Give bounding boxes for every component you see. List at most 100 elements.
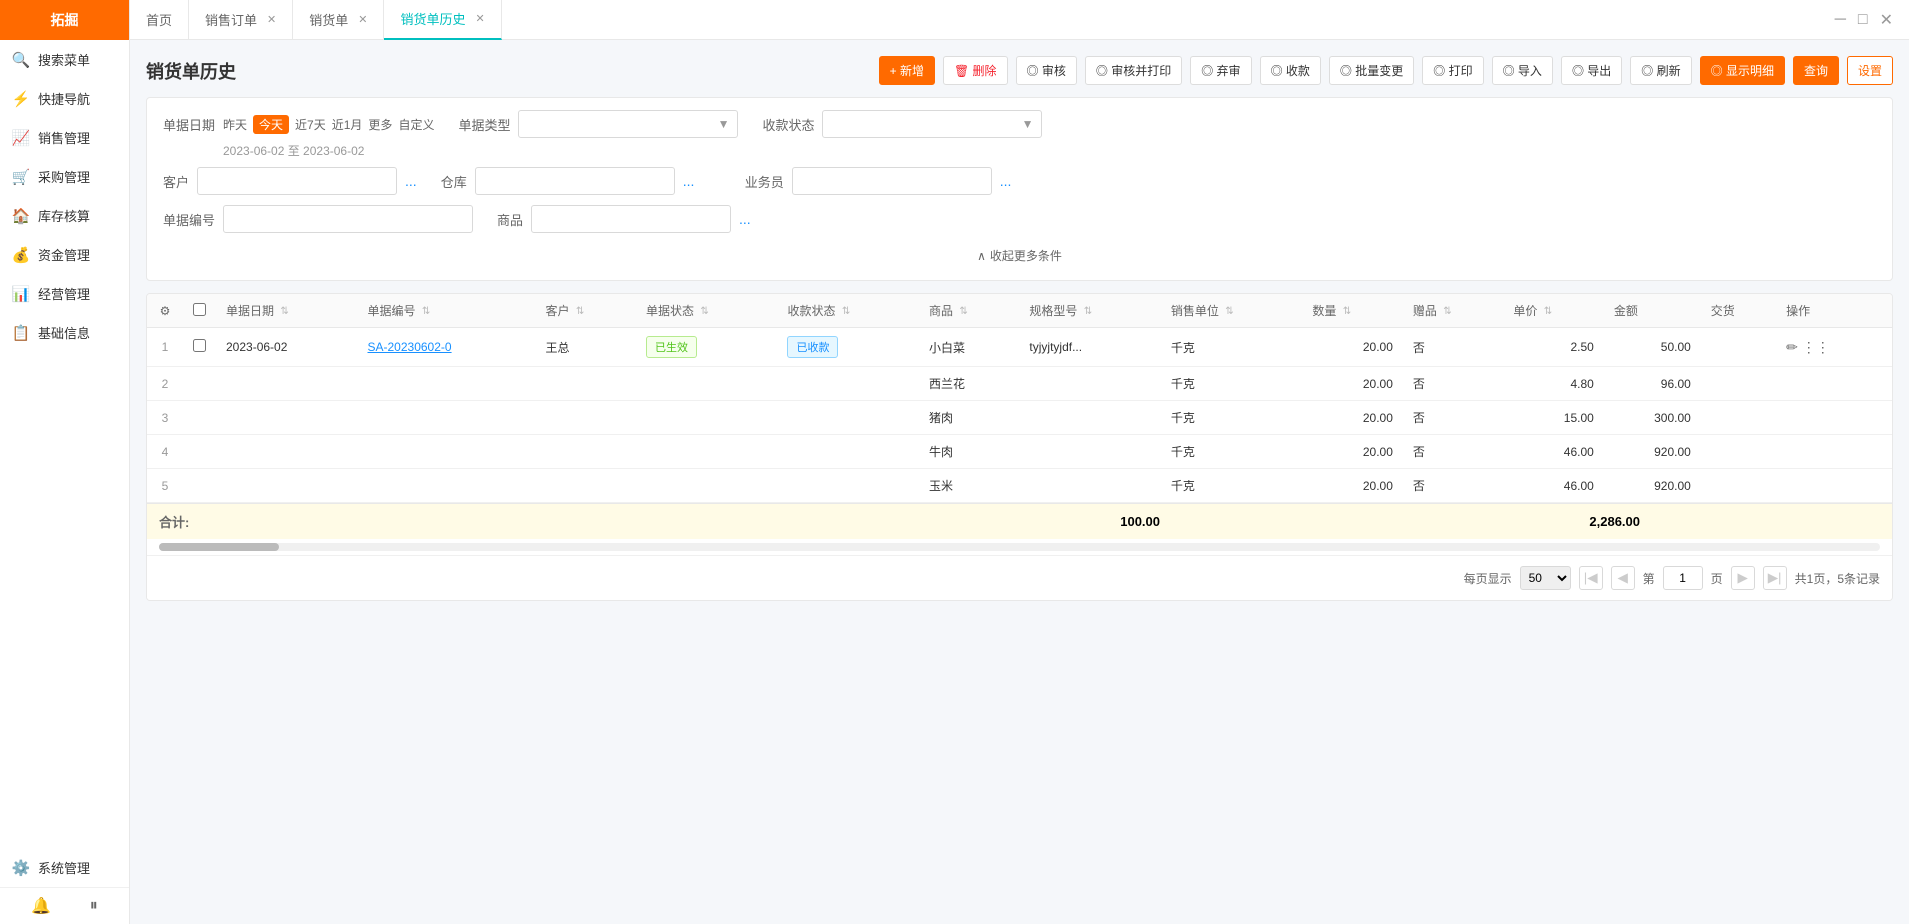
salesperson-dots[interactable]: ... — [1000, 173, 1012, 189]
batch-change-button[interactable]: ◎ 批量变更 — [1329, 56, 1414, 85]
import-button[interactable]: ◎ 导入 — [1492, 56, 1553, 85]
tab-home[interactable]: 首页 — [130, 0, 189, 40]
col-customer[interactable]: 客户 ⇅ — [535, 294, 635, 328]
table-settings-icon[interactable]: ⚙ — [160, 304, 171, 318]
col-unit-price[interactable]: 单价 ⇅ — [1503, 294, 1603, 328]
doc-type-select[interactable]: ▼ — [518, 110, 738, 138]
filter-payment-status: 收款状态 ▼ — [762, 110, 1042, 138]
sidebar-item-search-menu[interactable]: 🔍 搜索菜单 — [0, 40, 129, 79]
col-action: 操作 — [1776, 294, 1892, 328]
col-date[interactable]: 单据日期 ⇅ — [216, 294, 358, 328]
filter-doc-no: 单据编号 — [163, 205, 473, 233]
col-checkbox[interactable] — [183, 294, 216, 328]
warehouse-input[interactable] — [475, 167, 675, 195]
date-option-custom[interactable]: 自定义 — [398, 116, 434, 133]
scroll-thumb[interactable] — [159, 543, 279, 551]
cell-checkbox[interactable] — [183, 401, 216, 435]
col-doc-status[interactable]: 单据状态 ⇅ — [636, 294, 778, 328]
salesperson-input[interactable] — [792, 167, 992, 195]
cell-checkbox[interactable] — [183, 367, 216, 401]
goods-label: 商品 — [497, 210, 523, 229]
horizontal-scrollbar[interactable] — [159, 543, 1880, 551]
sidebar-item-label: 库存核算 — [38, 206, 90, 225]
date-option-7days[interactable]: 近7天 — [295, 116, 326, 133]
sidebar-item-operations[interactable]: 📊 经营管理 — [0, 274, 129, 313]
cell-rownum: 4 — [147, 435, 183, 469]
col-spec[interactable]: 规格型号 ⇅ — [1019, 294, 1161, 328]
cell-transaction — [1701, 469, 1776, 503]
col-doc-no[interactable]: 单据编号 ⇅ — [358, 294, 536, 328]
discard-button[interactable]: ◎ 弃审 — [1190, 56, 1251, 85]
col-qty[interactable]: 数量 ⇅ — [1302, 294, 1402, 328]
refresh-button[interactable]: ◎ 刷新 — [1630, 56, 1691, 85]
tab-close-sales-history[interactable]: ✕ — [476, 12, 485, 25]
collapse-btn[interactable]: ∧ 收起更多条件 — [163, 243, 1876, 268]
sidebar-item-inventory[interactable]: 🏠 库存核算 — [0, 196, 129, 235]
tab-close-sales-delivery[interactable]: ✕ — [358, 13, 367, 26]
cell-spec — [1019, 367, 1161, 401]
sidebar-item-sys-mgmt[interactable]: ⚙️ 系统管理 — [0, 848, 129, 887]
collect-button[interactable]: ◎ 收款 — [1260, 56, 1321, 85]
sidebar-item-label: 系统管理 — [38, 858, 90, 877]
goods-dots[interactable]: ... — [739, 211, 751, 227]
more-action-icon[interactable]: ⋮⋮ — [1802, 339, 1830, 355]
close-btn[interactable]: ✕ — [1880, 10, 1893, 30]
tab-sales-history[interactable]: 销货单历史 ✕ — [384, 0, 501, 40]
select-all-checkbox[interactable] — [193, 303, 206, 316]
sort-docstatus-icon: ⇅ — [700, 306, 708, 317]
operations-icon: 📊 — [12, 285, 30, 303]
cell-checkbox[interactable] — [183, 469, 216, 503]
sidebar-bottom-icon2[interactable]: ⏸ — [90, 897, 98, 915]
per-page-select[interactable]: 50 100 200 — [1520, 566, 1571, 590]
cell-docno — [358, 401, 536, 435]
col-unit[interactable]: 销售单位 ⇅ — [1161, 294, 1303, 328]
col-settings[interactable]: ⚙ — [147, 294, 183, 328]
last-page-btn[interactable]: ▶| — [1763, 566, 1787, 590]
col-payment-status[interactable]: 收款状态 ⇅ — [777, 294, 919, 328]
tab-sales-order[interactable]: 销售订单 ✕ — [189, 0, 293, 40]
sidebar-item-finance[interactable]: 💰 资金管理 — [0, 235, 129, 274]
sort-date-icon: ⇅ — [280, 306, 288, 317]
maximize-btn[interactable]: □ — [1858, 11, 1868, 29]
date-option-today[interactable]: 今天 — [253, 115, 289, 134]
delete-button[interactable]: 🗑 删除 — [943, 56, 1008, 85]
first-page-btn[interactable]: |◀ — [1579, 566, 1603, 590]
cell-gift: 否 — [1403, 401, 1503, 435]
date-option-1month[interactable]: 近1月 — [332, 116, 363, 133]
doc-no-input[interactable] — [223, 205, 473, 233]
minimize-btn[interactable]: ─ — [1835, 11, 1846, 29]
audit-print-button[interactable]: ◎ 审核并打印 — [1085, 56, 1182, 85]
tab-sales-delivery[interactable]: 销货单 ✕ — [293, 0, 384, 40]
sidebar-item-sales[interactable]: 📈 销售管理 — [0, 118, 129, 157]
warehouse-dots[interactable]: ... — [683, 173, 695, 189]
sidebar-item-quick-nav[interactable]: ⚡ 快捷导航 — [0, 79, 129, 118]
cell-goods: 小白菜 — [919, 328, 1019, 367]
sidebar-item-purchase[interactable]: 🛒 采购管理 — [0, 157, 129, 196]
settings-button[interactable]: 设置 — [1847, 56, 1893, 85]
customer-input[interactable] — [197, 167, 397, 195]
tab-close-sales-order[interactable]: ✕ — [267, 13, 276, 26]
next-page-btn[interactable]: ▶ — [1731, 566, 1755, 590]
col-goods[interactable]: 商品 ⇅ — [919, 294, 1019, 328]
edit-action-icon[interactable]: ✏ — [1786, 339, 1798, 355]
query-button[interactable]: 查询 — [1793, 56, 1839, 85]
sidebar-bottom-icon1[interactable]: 🔔 — [31, 896, 51, 916]
date-option-yesterday[interactable]: 昨天 — [223, 116, 247, 133]
goods-input[interactable] — [531, 205, 731, 233]
audit-button[interactable]: ◎ 审核 — [1016, 56, 1077, 85]
print-button[interactable]: ◎ 打印 — [1422, 56, 1483, 85]
col-gift[interactable]: 赠品 ⇅ — [1403, 294, 1503, 328]
new-button[interactable]: + 新增 — [879, 56, 935, 85]
main-content: 首页 销售订单 ✕ 销货单 ✕ 销货单历史 ✕ ─ □ ✕ 销货单历史 + 新增… — [130, 0, 1909, 924]
prev-page-btn[interactable]: ◀ — [1611, 566, 1635, 590]
payment-status-select[interactable]: ▼ — [822, 110, 1042, 138]
customer-dots[interactable]: ... — [405, 173, 417, 189]
page-input[interactable] — [1663, 566, 1703, 590]
sort-docno-icon: ⇅ — [422, 306, 430, 317]
cell-checkbox[interactable] — [183, 435, 216, 469]
cell-checkbox[interactable] — [183, 328, 216, 367]
display-button[interactable]: ◎ 显示明细 — [1700, 56, 1785, 85]
sidebar-item-basic-info[interactable]: 📋 基础信息 — [0, 313, 129, 352]
export-button[interactable]: ◎ 导出 — [1561, 56, 1622, 85]
date-option-more[interactable]: 更多 — [368, 116, 392, 133]
